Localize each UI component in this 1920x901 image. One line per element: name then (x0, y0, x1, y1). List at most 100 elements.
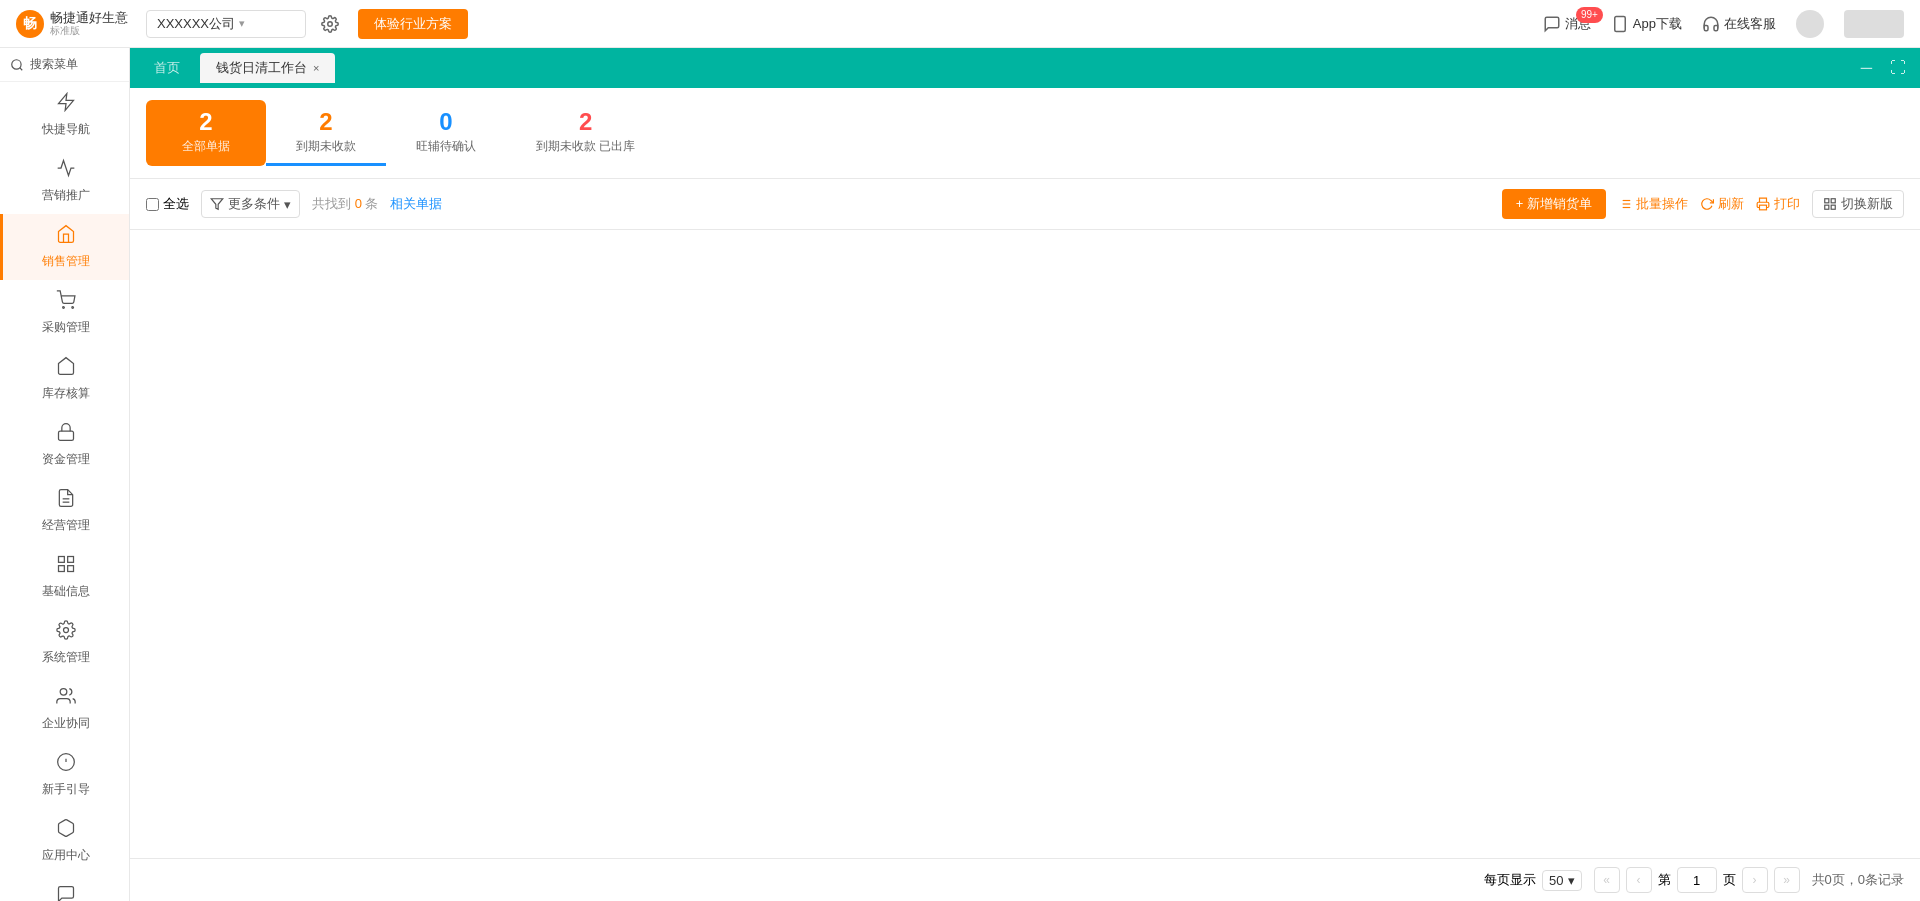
page-size-selector: 每页显示 50 ▾ (1484, 870, 1581, 891)
switch-version-button[interactable]: 切换新版 (1812, 190, 1904, 218)
sidebar-item-sales-label: 销售管理 (42, 253, 90, 270)
header-right: 消息 99 App下载 在线客服 (1543, 10, 1904, 38)
avatar[interactable] (1796, 10, 1824, 38)
tab-minimize-button[interactable]: ─ (1855, 57, 1878, 79)
tab-home-label: 首页 (154, 59, 180, 77)
logo-area: 畅 畅捷通好生意 标准版 (16, 10, 146, 38)
total-info: 共0页，0条记录 (1812, 871, 1904, 889)
result-text: 共找到 0 条 (312, 195, 378, 213)
prev-page-button[interactable]: ‹ (1626, 867, 1652, 893)
card-num-pending: 0 (439, 108, 452, 136)
settings-button[interactable] (314, 8, 346, 40)
print-button[interactable]: 打印 (1756, 195, 1800, 213)
app-download-label: App下载 (1633, 15, 1682, 33)
svg-rect-12 (68, 557, 74, 563)
refresh-button[interactable]: 刷新 (1700, 195, 1744, 213)
svg-rect-1 (1615, 16, 1626, 31)
svg-line-4 (20, 67, 23, 70)
switch-version-label: 切换新版 (1841, 195, 1893, 213)
first-page-button[interactable]: « (1594, 867, 1620, 893)
summary-cards: 2 全部单据 2 到期未收款 0 旺辅待确认 2 到期未收款 已出库 (130, 88, 1920, 179)
svg-rect-11 (59, 557, 65, 563)
summary-card-pending[interactable]: 0 旺辅待确认 (386, 100, 506, 166)
sidebar: 搜索菜单 快捷导航 营销推广 销售管理 (0, 48, 130, 901)
next-page-button[interactable]: › (1742, 867, 1768, 893)
filter-chevron-icon: ▾ (284, 197, 291, 212)
logo-sub-text: 标准版 (50, 25, 128, 37)
add-order-button[interactable]: + 新增销货单 (1502, 189, 1606, 219)
select-all-checkbox[interactable]: 全选 (146, 195, 189, 213)
svg-rect-27 (1760, 205, 1767, 210)
svg-rect-29 (1831, 199, 1835, 203)
sidebar-item-quick-nav-label: 快捷导航 (42, 121, 90, 138)
purchase-icon (56, 290, 76, 315)
sidebar-item-system[interactable]: 系统管理 (0, 610, 129, 676)
sidebar-item-purchase[interactable]: 采购管理 (0, 280, 129, 346)
page-number-input[interactable] (1677, 867, 1717, 893)
select-all-label: 全选 (163, 195, 189, 213)
toolbar-right: + 新增销货单 批量操作 刷新 (1502, 189, 1904, 219)
top-header: 畅 畅捷通好生意 标准版 XXXXXX公司 ▾ 体验行业方案 消息 99 App… (0, 0, 1920, 48)
online-service-button[interactable]: 在线客服 (1702, 15, 1776, 33)
sidebar-item-operation[interactable]: 经营管理 (0, 478, 129, 544)
svg-marker-20 (211, 199, 223, 210)
search-menu-label: 搜索菜单 (30, 56, 78, 73)
summary-card-shipped[interactable]: 2 到期未收款 已出库 (506, 100, 665, 166)
per-page-select[interactable]: 50 ▾ (1542, 870, 1581, 891)
svg-point-15 (64, 628, 69, 633)
svg-rect-8 (59, 431, 74, 440)
guide-icon (56, 752, 76, 777)
message-badge: 99 (1576, 7, 1603, 23)
user-name-area[interactable] (1844, 10, 1904, 38)
print-label: 打印 (1774, 195, 1800, 213)
refresh-label: 刷新 (1718, 195, 1744, 213)
filter-label: 更多条件 (228, 195, 280, 213)
sidebar-item-sales[interactable]: 销售管理 (0, 214, 129, 280)
app-download-button[interactable]: App下载 (1611, 15, 1682, 33)
company-name: XXXXXX公司 (157, 15, 235, 33)
sidebar-item-marketing[interactable]: 营销推广 (0, 148, 129, 214)
svg-rect-14 (59, 566, 65, 572)
tab-active[interactable]: 钱货日清工作台 × (200, 53, 335, 83)
summary-card-overdue[interactable]: 2 到期未收款 (266, 100, 386, 166)
enterprise-icon (56, 686, 76, 711)
sidebar-item-appstore[interactable]: 应用中心 (0, 808, 129, 874)
select-all-input[interactable] (146, 198, 159, 211)
card-label-overdue: 到期未收款 (296, 138, 356, 155)
message-button[interactable]: 消息 99 (1543, 15, 1591, 33)
tab-expand-button[interactable]: ⛶ (1884, 57, 1912, 79)
per-page-chevron-icon: ▾ (1568, 873, 1575, 888)
sidebar-item-inventory-label: 库存核算 (42, 385, 90, 402)
sidebar-search[interactable]: 搜索菜单 (0, 48, 129, 82)
card-label-all: 全部单据 (182, 138, 230, 155)
operation-icon (56, 488, 76, 513)
result-link[interactable]: 相关单据 (390, 195, 442, 213)
company-selector[interactable]: XXXXXX公司 ▾ (146, 10, 306, 38)
trial-button[interactable]: 体验行业方案 (358, 9, 468, 39)
online-service-label: 在线客服 (1724, 15, 1776, 33)
sidebar-item-operation-label: 经营管理 (42, 517, 90, 534)
batch-operations-button[interactable]: 批量操作 (1618, 195, 1688, 213)
sidebar-item-inventory[interactable]: 库存核算 (0, 346, 129, 412)
sidebar-item-capital[interactable]: 资金管理 (0, 412, 129, 478)
last-page-button[interactable]: » (1774, 867, 1800, 893)
sidebar-item-guide[interactable]: 新手引导 (0, 742, 129, 808)
tab-active-label: 钱货日清工作台 (216, 59, 307, 77)
inventory-icon (56, 356, 76, 381)
filter-button[interactable]: 更多条件 ▾ (201, 190, 300, 218)
tab-home[interactable]: 首页 (138, 53, 196, 83)
sidebar-item-basic[interactable]: 基础信息 (0, 544, 129, 610)
per-page-label: 每页显示 (1484, 871, 1536, 889)
summary-card-all[interactable]: 2 全部单据 (146, 100, 266, 166)
sidebar-item-quick-nav[interactable]: 快捷导航 (0, 82, 129, 148)
sidebar-item-wechat[interactable]: 企业微信 (0, 874, 129, 901)
sales-icon (56, 224, 76, 249)
logo-main-text: 畅捷通好生意 (50, 10, 128, 26)
result-unit: 条 (365, 196, 378, 211)
main-layout: 搜索菜单 快捷导航 营销推广 销售管理 (0, 48, 1920, 901)
per-page-value: 50 (1549, 873, 1563, 888)
result-count: 0 (355, 196, 362, 211)
tab-close-icon[interactable]: × (313, 62, 319, 74)
sidebar-item-enterprise[interactable]: 企业协同 (0, 676, 129, 742)
marketing-icon (56, 158, 76, 183)
